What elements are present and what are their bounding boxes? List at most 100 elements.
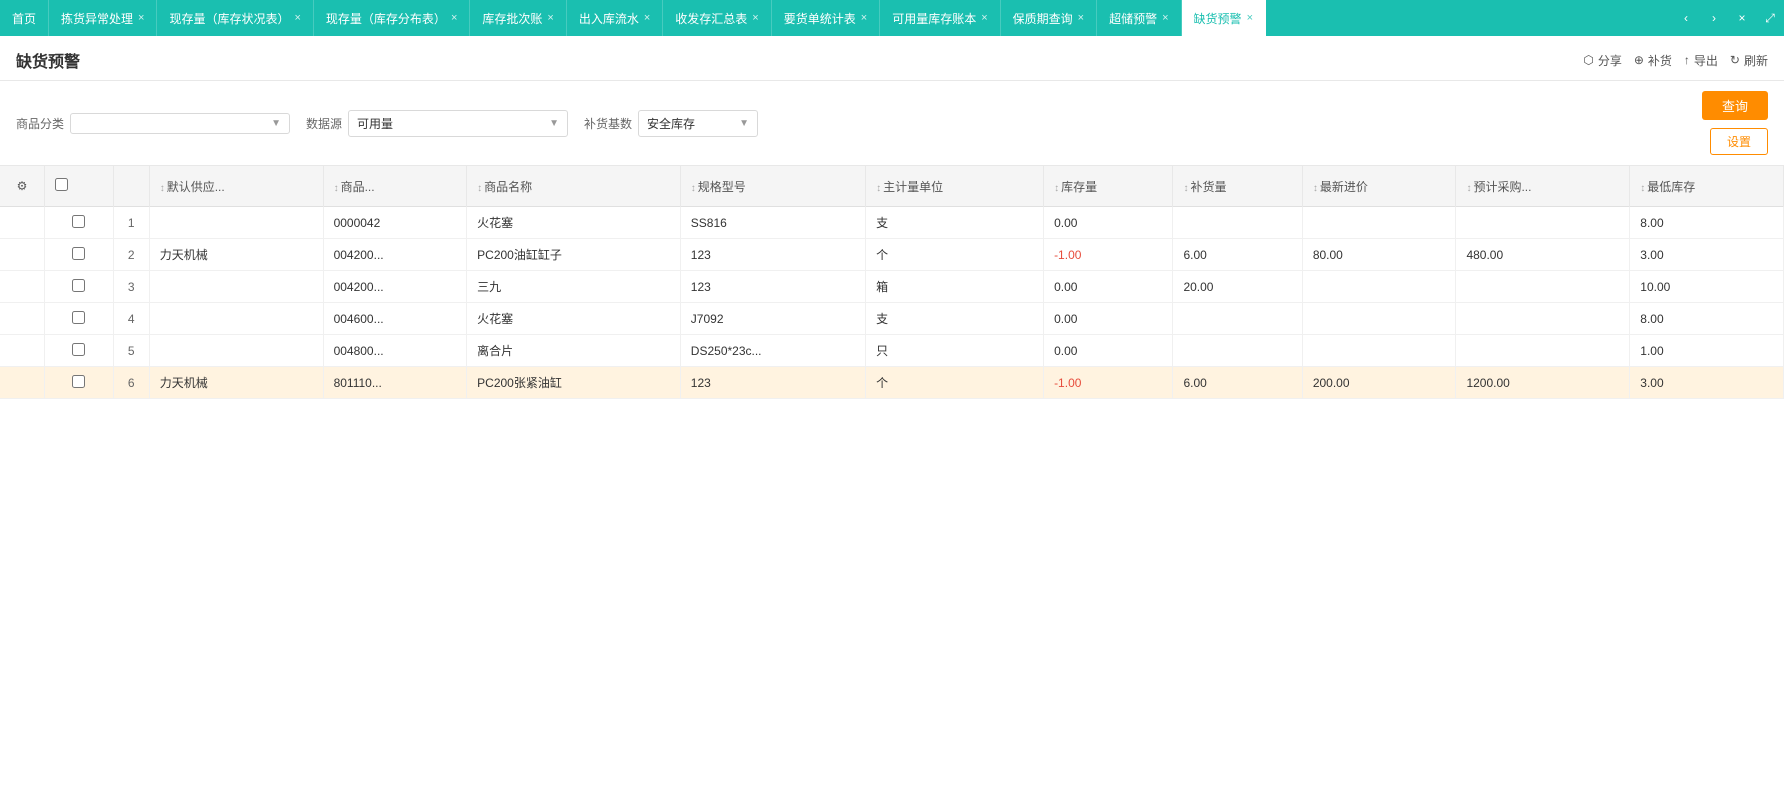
row-checkbox[interactable]	[72, 247, 85, 260]
replenish-basis-filter-group: 补货基数 安全库存 ▼	[584, 110, 758, 137]
replenish-basis-value: 安全库存	[647, 115, 695, 132]
row-product-code: 0000042	[323, 207, 467, 239]
row-stock-qty: -1.00	[1044, 239, 1173, 271]
tab-close-icon-9[interactable]: ×	[1078, 12, 1084, 24]
tab-close-icon-6[interactable]: ×	[752, 12, 758, 24]
th-product-code: ↕商品...	[323, 166, 467, 207]
th-settings[interactable]: ⚙	[0, 166, 45, 207]
datasource-label: 数据源	[306, 115, 342, 132]
row-product-name: 火花塞	[467, 303, 681, 335]
th-checkbox	[45, 166, 114, 207]
row-replenish-qty: 6.00	[1173, 239, 1302, 271]
settings-icon[interactable]: ⚙	[10, 174, 34, 198]
datasource-select[interactable]: 可用量 ▼	[348, 110, 568, 137]
row-spec: 123	[680, 271, 865, 303]
tab-close-icon-8[interactable]: ×	[981, 12, 987, 24]
row-estimated-purchase	[1456, 207, 1630, 239]
row-checkbox[interactable]	[72, 311, 85, 324]
tab-close-icon-7[interactable]: ×	[861, 12, 867, 24]
tab-prev-btn[interactable]: ‹	[1672, 0, 1700, 36]
table-row: 3 004200... 三九 123 箱 0.00 20.00 10.00	[0, 271, 1784, 303]
refresh-button[interactable]: ↻ 刷新	[1730, 52, 1768, 69]
row-stock-qty: 0.00	[1044, 335, 1173, 367]
row-spec: SS816	[680, 207, 865, 239]
row-stock-qty: 0.00	[1044, 271, 1173, 303]
th-unit: ↕主计量单位	[866, 166, 1044, 207]
data-table: ⚙ ↕默认供应... ↕商品... ↕商品名称 ↕规格型号 ↕主计量单位 ↕库存…	[0, 166, 1784, 399]
settings-button[interactable]: 设置	[1710, 128, 1768, 155]
tab-close-icon-1[interactable]: ×	[138, 12, 144, 24]
tab-close-icon-3[interactable]: ×	[451, 12, 457, 24]
select-all-checkbox[interactable]	[55, 178, 68, 191]
row-spec: 123	[680, 367, 865, 399]
row-checkbox-cell[interactable]	[45, 207, 114, 239]
th-latest-price: ↕最新进价	[1302, 166, 1456, 207]
export-button[interactable]: ↑ 导出	[1684, 52, 1718, 69]
tab-close-all-btn[interactable]: ×	[1728, 0, 1756, 36]
row-min-stock: 3.00	[1630, 367, 1784, 399]
row-product-name: PC200油缸缸子	[467, 239, 681, 271]
row-settings-cell	[0, 303, 45, 335]
row-checkbox[interactable]	[72, 215, 85, 228]
tab-item-6[interactable]: 收发存汇总表×	[663, 0, 771, 36]
category-select[interactable]: ▼	[70, 113, 290, 134]
row-number: 4	[113, 303, 149, 335]
row-estimated-purchase: 480.00	[1456, 239, 1630, 271]
tab-close-icon-10[interactable]: ×	[1162, 12, 1168, 24]
replenish-button[interactable]: ⊕ 补货	[1634, 52, 1672, 69]
row-number: 2	[113, 239, 149, 271]
share-icon: ⬡	[1583, 53, 1593, 67]
tab-item-7[interactable]: 要货单统计表×	[772, 0, 880, 36]
replenish-basis-select[interactable]: 安全库存 ▼	[638, 110, 758, 137]
row-unit: 只	[866, 335, 1044, 367]
tab-item-8[interactable]: 可用量库存账本×	[880, 0, 1000, 36]
tab-item-3[interactable]: 现存量（库存分布表）×	[314, 0, 470, 36]
row-checkbox-cell[interactable]	[45, 335, 114, 367]
tab-item-9[interactable]: 保质期查询×	[1001, 0, 1097, 36]
tab-close-icon-4[interactable]: ×	[547, 12, 553, 24]
row-default-supplier	[149, 335, 323, 367]
row-checkbox[interactable]	[72, 279, 85, 292]
category-filter-group: 商品分类 ▼	[16, 113, 290, 134]
query-button[interactable]: 查询	[1702, 91, 1768, 120]
row-product-code: 004200...	[323, 271, 467, 303]
row-default-supplier	[149, 303, 323, 335]
replenish-icon: ⊕	[1634, 53, 1644, 67]
tab-item-10[interactable]: 超储预警×	[1097, 0, 1181, 36]
tab-item-4[interactable]: 库存批次账×	[470, 0, 566, 36]
row-checkbox-cell[interactable]	[45, 271, 114, 303]
row-number: 6	[113, 367, 149, 399]
header-actions: ⬡ 分享 ⊕ 补货 ↑ 导出 ↻ 刷新	[1583, 52, 1768, 69]
th-product-name: ↕商品名称	[467, 166, 681, 207]
row-latest-price	[1302, 303, 1456, 335]
tab-item-11[interactable]: 缺货预警×	[1182, 0, 1266, 36]
row-min-stock: 8.00	[1630, 303, 1784, 335]
tab-close-icon-11[interactable]: ×	[1247, 12, 1253, 24]
row-checkbox-cell[interactable]	[45, 367, 114, 399]
tab-close-icon-2[interactable]: ×	[294, 12, 300, 24]
refresh-icon: ↻	[1730, 53, 1740, 67]
tab-item-1[interactable]: 拣货异常处理×	[49, 0, 157, 36]
row-number: 5	[113, 335, 149, 367]
row-min-stock: 10.00	[1630, 271, 1784, 303]
tab-item-0[interactable]: 首页	[0, 0, 49, 36]
row-latest-price	[1302, 207, 1456, 239]
row-unit: 个	[866, 239, 1044, 271]
row-default-supplier	[149, 207, 323, 239]
row-min-stock: 8.00	[1630, 207, 1784, 239]
tab-next-btn[interactable]: ›	[1700, 0, 1728, 36]
row-checkbox[interactable]	[72, 343, 85, 356]
table-row: 6 力天机械 801110... PC200张紧油缸 123 个 -1.00 6…	[0, 367, 1784, 399]
row-latest-price: 200.00	[1302, 367, 1456, 399]
share-button[interactable]: ⬡ 分享	[1583, 52, 1622, 69]
row-checkbox-cell[interactable]	[45, 239, 114, 271]
tab-item-5[interactable]: 出入库流水×	[567, 0, 663, 36]
tab-maximize-btn[interactable]: ⤢	[1756, 0, 1784, 36]
row-checkbox-cell[interactable]	[45, 303, 114, 335]
tab-close-icon-5[interactable]: ×	[644, 12, 650, 24]
row-checkbox[interactable]	[72, 375, 85, 388]
row-product-code: 004200...	[323, 239, 467, 271]
table-row: 4 004600... 火花塞 J7092 支 0.00 8.00	[0, 303, 1784, 335]
datasource-filter-group: 数据源 可用量 ▼	[306, 110, 568, 137]
tab-item-2[interactable]: 现存量（库存状况表）×	[157, 0, 313, 36]
